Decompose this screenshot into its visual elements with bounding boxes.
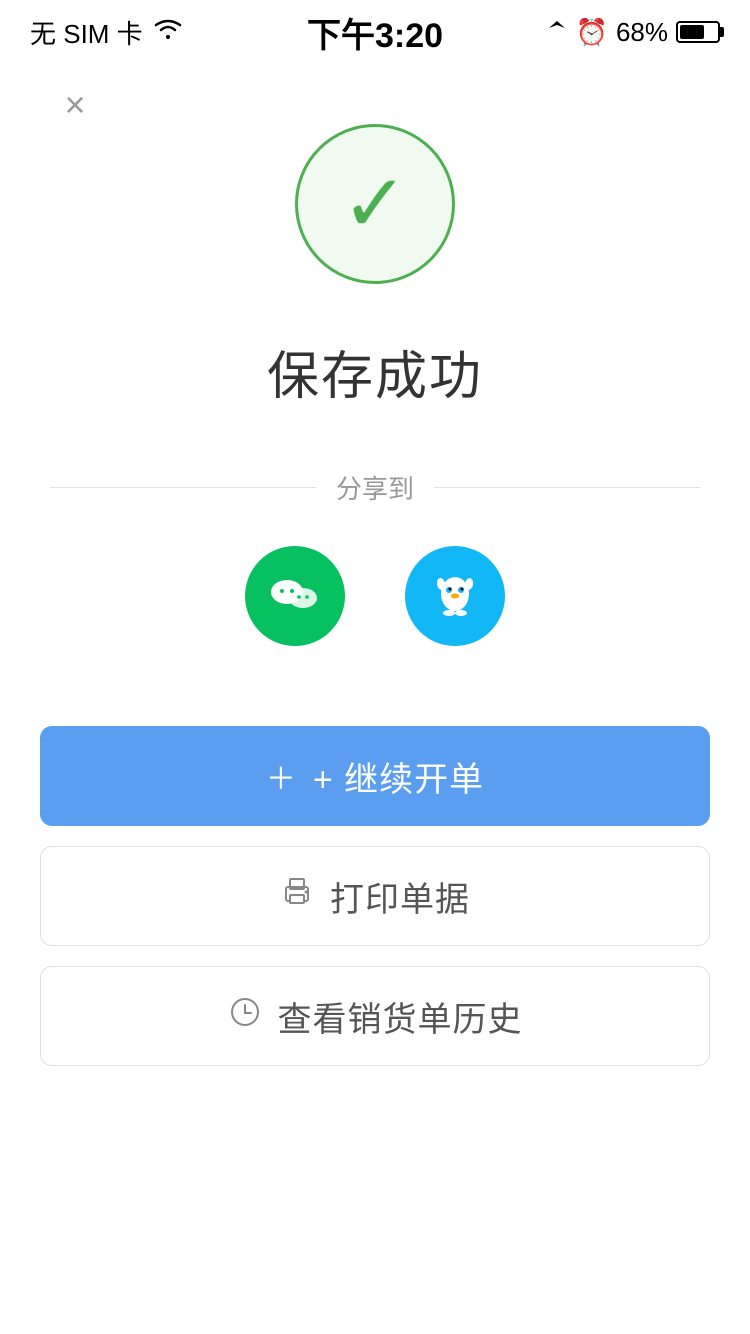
status-bar: 无 SIM 卡 下午3:20 ⏰ 68% — [0, 0, 750, 64]
wifi-icon — [153, 17, 183, 48]
wechat-share-button[interactable] — [245, 546, 345, 646]
alarm-icon: ⏰ — [576, 17, 608, 48]
status-left: 无 SIM 卡 — [30, 14, 183, 51]
divider-right — [434, 487, 700, 488]
print-button[interactable]: 打印单据 — [40, 846, 710, 946]
status-right: ⏰ 68% — [546, 17, 720, 48]
main-content: ✓ 保存成功 分享到 — [0, 64, 750, 1066]
history-button[interactable]: 查看销货单历史 — [40, 966, 710, 1066]
plus-icon: ＋ — [266, 754, 297, 798]
close-button[interactable]: × — [50, 80, 100, 130]
no-sim-label: 无 SIM 卡 — [30, 14, 143, 51]
divider-left — [50, 487, 316, 488]
history-icon — [228, 995, 262, 1037]
action-buttons: ＋ + 继续开单 打印单据 查看销货单历史 — [0, 726, 750, 1066]
success-title: 保存成功 — [267, 334, 483, 409]
wechat-icon — [265, 566, 325, 626]
battery-icon — [676, 21, 720, 43]
continue-button[interactable]: ＋ + 继续开单 — [40, 726, 710, 826]
share-label: 分享到 — [336, 469, 414, 506]
print-icon — [280, 875, 314, 917]
checkmark-icon: ✓ — [341, 164, 408, 244]
share-section: 分享到 — [0, 469, 750, 646]
location-icon — [546, 17, 568, 48]
history-label: 查看销货单历史 — [278, 992, 523, 1041]
status-time: 下午3:20 — [307, 8, 443, 57]
qq-share-button[interactable] — [405, 546, 505, 646]
share-divider: 分享到 — [0, 469, 750, 506]
print-label: 打印单据 — [330, 872, 470, 921]
close-icon: × — [64, 84, 85, 126]
success-circle: ✓ — [295, 124, 455, 284]
continue-label: + 继续开单 — [313, 752, 484, 801]
battery-percentage: 68% — [616, 17, 668, 48]
share-icons-container — [245, 546, 505, 646]
qq-icon — [425, 566, 485, 626]
